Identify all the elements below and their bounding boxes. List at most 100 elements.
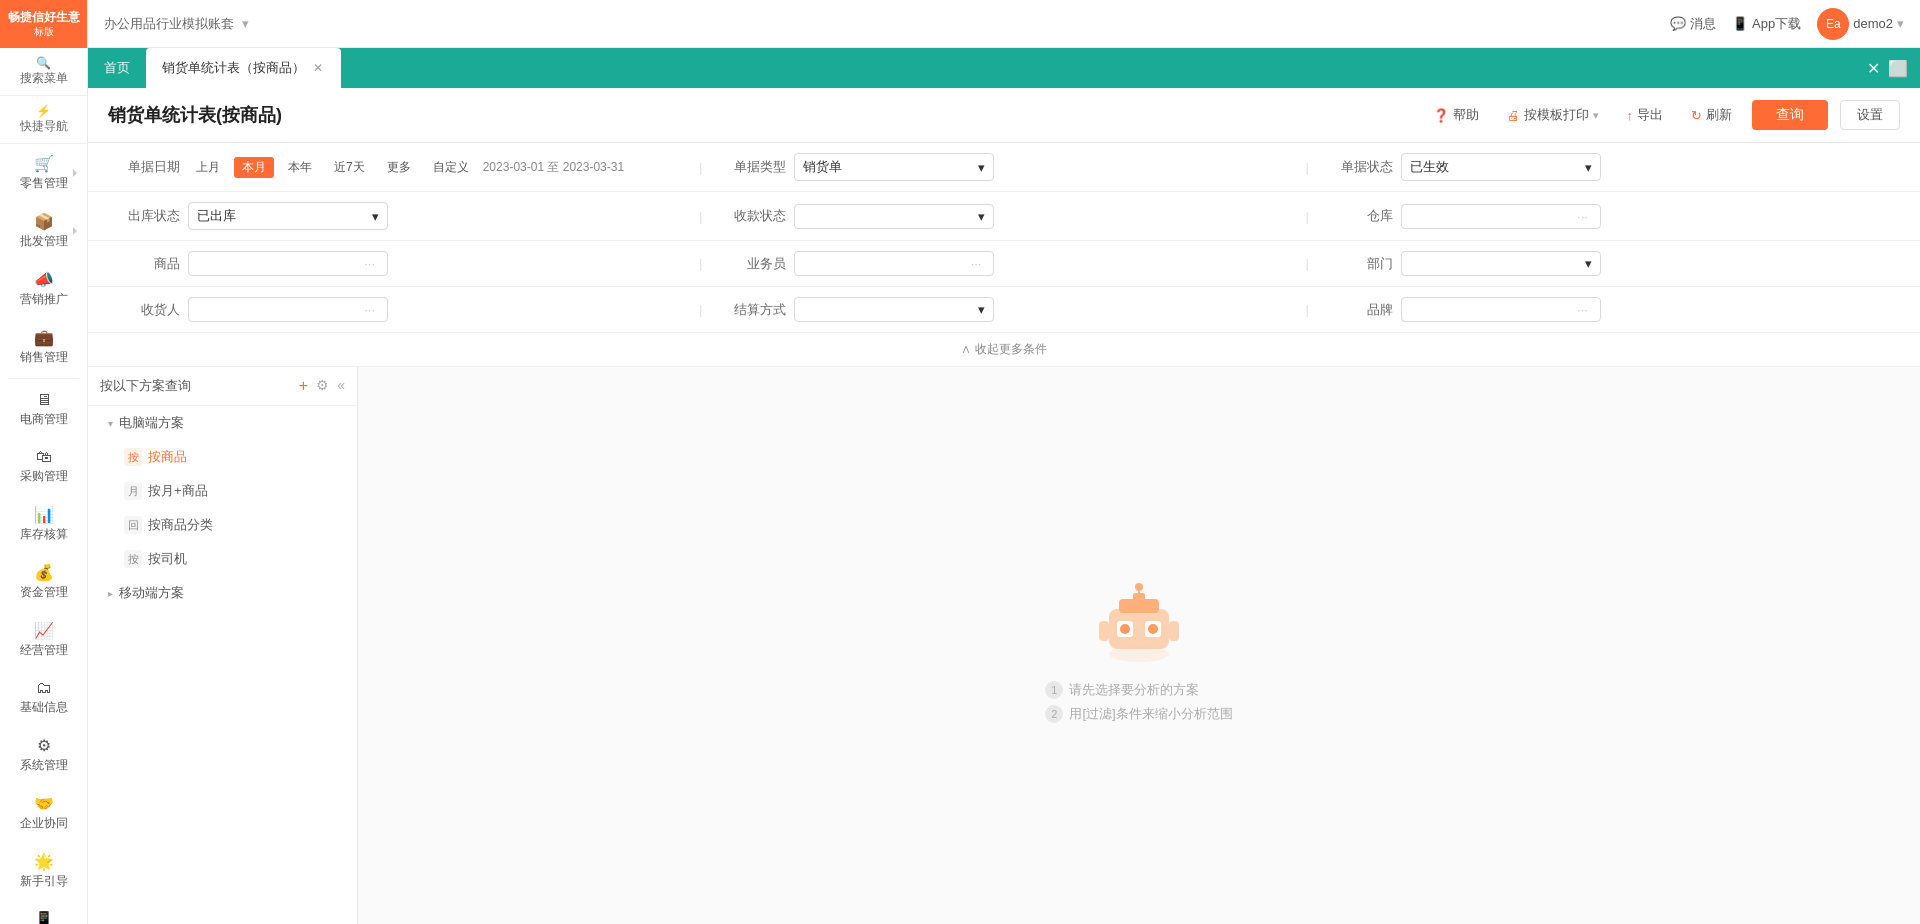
search-label: 搜索菜单 [6,70,81,87]
sidebar-search[interactable]: 🔍 搜索菜单 [0,48,87,96]
receiver-select[interactable]: ··· [188,297,388,322]
warehouse-dots[interactable]: ··· [1573,209,1592,224]
sidebar-item-operations[interactable]: 📈 经营管理 [0,611,87,669]
apps-icon: 📱 [34,910,54,924]
user-dropdown-icon: ▾ [1897,16,1904,31]
scheme-by-category[interactable]: 回 按商品分类 [88,508,357,542]
message-btn[interactable]: 💬 消息 [1670,15,1716,33]
sales-label: 销售管理 [20,349,68,366]
sidebar-item-sales[interactable]: 💼 销售管理 [0,318,87,376]
user-menu[interactable]: Ea demo2 ▾ [1817,8,1904,40]
tab-home[interactable]: 首页 [88,48,146,88]
payment-status-select[interactable]: ▾ [794,204,994,229]
sidebar-item-purchase[interactable]: 🛍 采购管理 [0,438,87,495]
add-scheme-btn[interactable]: + [299,377,308,395]
out-status-select[interactable]: 已出库 ▾ [188,202,388,230]
empty-illustration [1089,569,1189,669]
sidebar-item-basic[interactable]: 🗂 基础信息 [0,669,87,726]
message-icon: 💬 [1670,16,1686,31]
tab-close-btn[interactable]: ✕ [311,61,325,75]
help-btn[interactable]: ❓ 帮助 [1425,102,1487,128]
out-status-dropdown-icon: ▾ [372,209,379,224]
scheme-by-month-product-label: 按月+商品 [148,482,208,500]
brand-select[interactable]: ··· [1401,297,1601,322]
salesperson-value: ··· [794,251,1293,276]
template-print-btn[interactable]: 🖨 按模板打印 ▾ [1499,102,1607,128]
sidebar-item-retail[interactable]: 🛒 零售管理 [0,144,87,202]
salesperson-dots[interactable]: ··· [967,256,986,271]
product-label: 商品 [108,255,188,273]
sidebar-item-finance[interactable]: 💰 资金管理 [0,553,87,611]
sidebar-item-wholesale[interactable]: 📦 批发管理 [0,202,87,260]
guide-icon: 🌟 [34,852,54,871]
settings-scheme-btn[interactable]: ⚙ [316,377,329,395]
scheme-by-driver[interactable]: 按 按司机 [88,542,357,576]
logo-name-line1: 畅捷信好生意 [8,10,80,26]
out-status-value: 已出库 ▾ [188,202,687,230]
filter-row-1: 单据日期 上月 本月 本年 近7天 更多 自定义 2023-03-01 至 20… [88,143,1920,192]
refresh-btn[interactable]: ↻ 刷新 [1683,102,1740,128]
purchase-label: 采购管理 [20,468,68,485]
doc-status-label: 单据状态 [1321,158,1401,176]
date-btn-this-month[interactable]: 本月 [234,157,274,178]
main-container: 办公用品行业模拟账套 ▾ 💬 消息 📱 App下载 Ea demo2 ▾ 首页 … [88,0,1920,924]
guide-label: 新手引导 [20,873,68,890]
pc-section-header[interactable]: ▾ 电脑端方案 [88,406,357,440]
app-download-label: App下载 [1752,15,1801,33]
out-status-selected: 已出库 [197,207,236,225]
cooperation-label: 企业协同 [20,815,68,832]
data-area: 1 请先选择要分析的方案 2 用[过滤]条件来缩小分析范围 [358,367,1920,924]
date-btn-this-year[interactable]: 本年 [280,157,320,178]
sidebar-item-guide[interactable]: 🌟 新手引导 [0,842,87,900]
header-right: 💬 消息 📱 App下载 Ea demo2 ▾ [1670,8,1904,40]
filter-row-3: 商品 ··· | 业务员 ··· | [88,241,1920,287]
brand-label: 品牌 [1321,301,1401,319]
sidebar-item-system[interactable]: ⚙ 系统管理 [0,726,87,784]
template-print-label: 按模板打印 [1524,106,1589,124]
tab-maximize-icon[interactable]: ⬜ [1888,59,1908,78]
sidebar-item-cooperation[interactable]: 🤝 企业协同 [0,784,87,842]
inventory-label: 库存核算 [20,526,68,543]
tab-minimize-icon[interactable]: ✕ [1867,59,1880,78]
date-btn-prev-month[interactable]: 上月 [188,157,228,178]
export-label: 导出 [1637,106,1663,124]
logo: 畅捷信好生意 标版 [0,0,87,48]
search-icon: 🔍 [6,56,81,70]
doc-status-select[interactable]: 已生效 ▾ [1401,153,1601,181]
date-btn-more[interactable]: 更多 [379,157,419,178]
settlement-select[interactable]: ▾ [794,297,994,322]
brand-dots[interactable]: ··· [1573,302,1592,317]
scheme-by-month-product[interactable]: 月 按月+商品 [88,474,357,508]
scheme-by-product[interactable]: 按 按商品 [88,440,357,474]
receiver-dots[interactable]: ··· [360,302,379,317]
tab-sales-report[interactable]: 销货单统计表（按商品） ✕ [146,48,341,88]
doc-type-select[interactable]: 销货单 ▾ [794,153,994,181]
sidebar-item-apps[interactable]: 📱 应用中心 [0,900,87,924]
basic-label: 基础信息 [20,699,68,716]
tip-text-1: 请先选择要分析的方案 [1069,681,1199,699]
collapse-bar[interactable]: ∧ 收起更多条件 [88,333,1920,367]
payment-status-dropdown-icon: ▾ [978,209,985,224]
doc-status-selected: 已生效 [1410,158,1449,176]
subtitle-dropdown[interactable]: ▾ [242,16,249,31]
quick-nav[interactable]: ⚡ 快捷导航 [0,96,87,144]
divider-r4-2: | [1306,302,1309,317]
warehouse-select[interactable]: ··· [1401,204,1601,229]
app-download-btn[interactable]: 📱 App下载 [1732,15,1801,33]
date-btn-7days[interactable]: 近7天 [326,157,373,178]
sidebar-item-marketing[interactable]: 📣 营销推广 [0,260,87,318]
salesperson-select[interactable]: ··· [794,251,994,276]
date-btn-custom[interactable]: 自定义 [425,157,477,178]
system-icon: ⚙ [37,736,51,755]
product-select[interactable]: ··· [188,251,388,276]
sidebar-item-ecommerce[interactable]: 🖥 电商管理 [0,381,87,438]
department-select[interactable]: ▾ [1401,251,1601,276]
query-button[interactable]: 查询 [1752,100,1828,130]
export-btn[interactable]: ↑ 导出 [1619,102,1672,128]
mobile-section-header[interactable]: ▸ 移动端方案 [88,576,357,610]
collapse-panel-btn[interactable]: « [337,377,345,395]
sidebar-item-inventory[interactable]: 📊 库存核算 [0,495,87,553]
product-dots[interactable]: ··· [360,256,379,271]
doc-type-value: 销货单 ▾ [794,153,1293,181]
settings-button[interactable]: 设置 [1840,100,1900,130]
